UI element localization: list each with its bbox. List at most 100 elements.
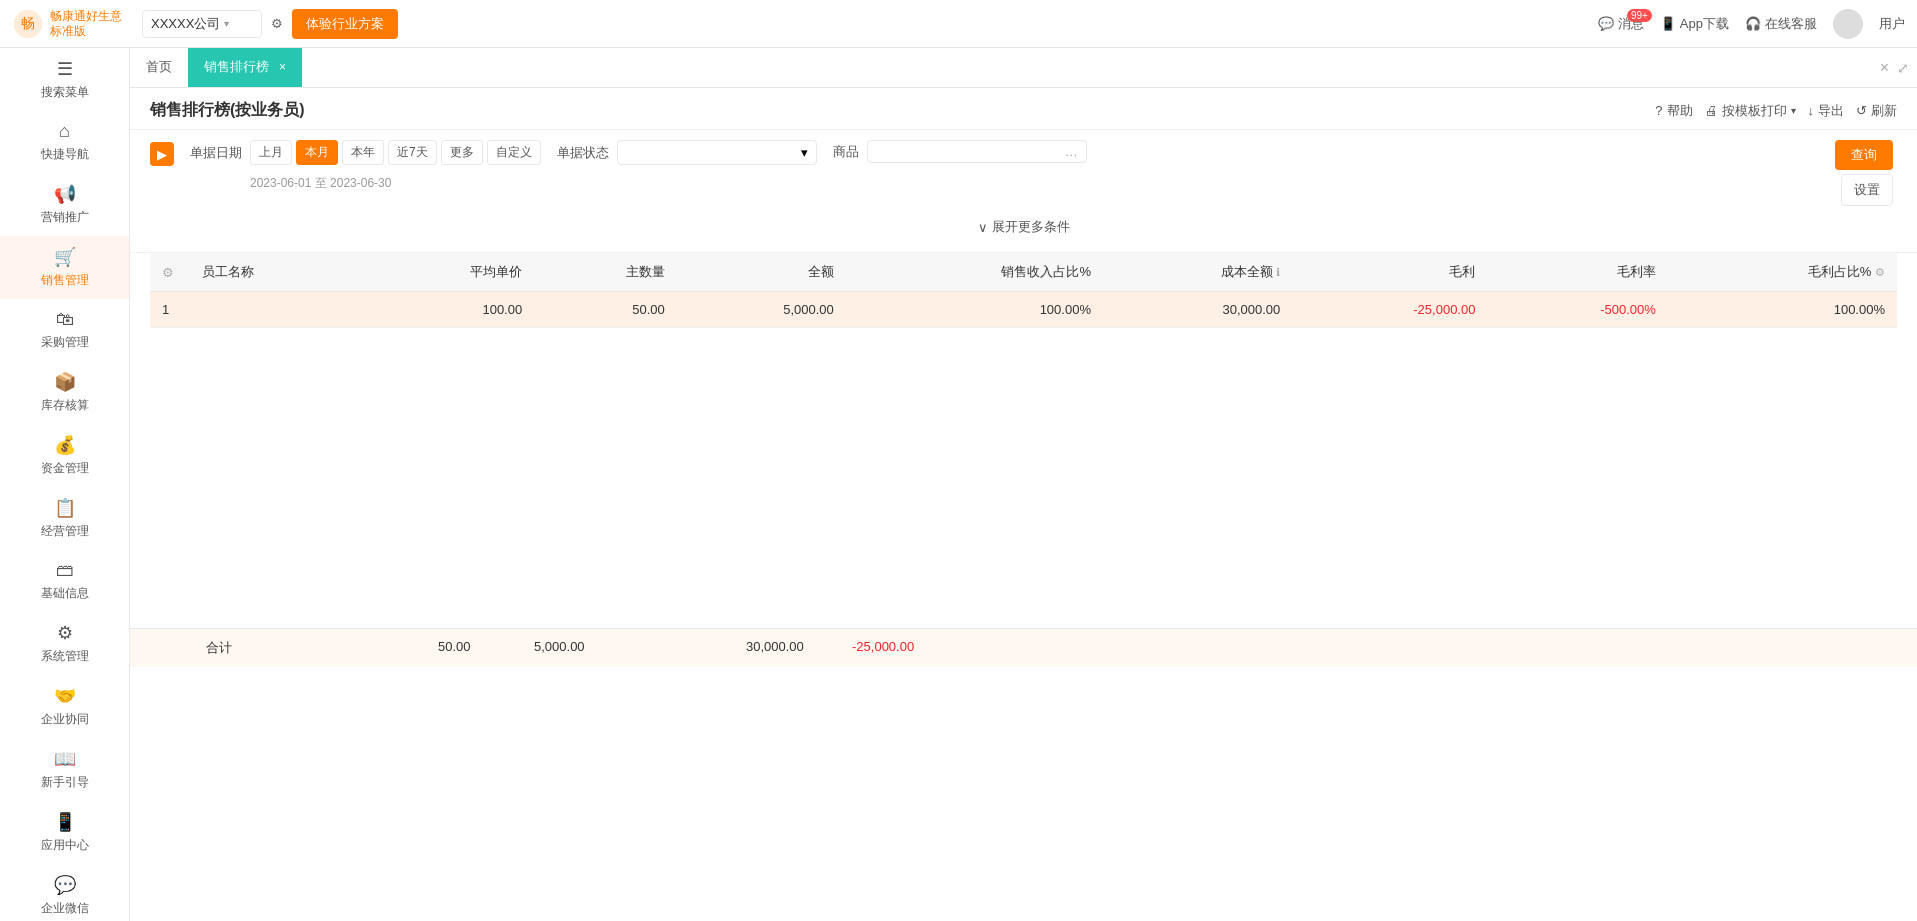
table-footer: 合计 50.00 5,000.00 30,000.00 -25,000.00 <box>130 628 1917 667</box>
logo: 畅 畅康通好生意 标准版 <box>12 8 122 40</box>
expand-row: ∨ 展开更多条件 <box>150 212 1897 242</box>
query-button[interactable]: 查询 <box>1835 140 1893 170</box>
sidebar-item-system[interactable]: ⚙ 系统管理 <box>0 612 129 675</box>
help-label: 帮助 <box>1667 102 1693 120</box>
sidebar-item-quick-nav[interactable]: ⌂ 快捷导航 <box>0 111 129 173</box>
expand-more-button[interactable]: ∨ 展开更多条件 <box>978 218 1070 236</box>
logo-icon: 畅 <box>12 8 44 40</box>
sidebar-item-label: 营销推广 <box>41 209 89 226</box>
goods-filter-group: 商品 … <box>833 140 1087 163</box>
export-icon: ↓ <box>1808 103 1815 118</box>
user-name: 用户 <box>1879 15 1905 33</box>
sidebar-item-label: 库存核算 <box>41 397 89 414</box>
sidebar-item-label: 应用中心 <box>41 837 89 854</box>
cell-gross-margin: -500.00% <box>1487 292 1667 328</box>
status-select[interactable]: ▾ <box>617 140 817 165</box>
export-label: 导出 <box>1818 102 1844 120</box>
refresh-button[interactable]: ↺ 刷新 <box>1856 102 1897 120</box>
chevron-down-icon: ▾ <box>224 18 229 29</box>
app-download-label: App下载 <box>1680 15 1729 33</box>
footer-amount: 5,000.00 <box>534 639 624 657</box>
sidebar-item-search-orders[interactable]: ☰ 搜索菜单 <box>0 48 129 111</box>
tab-bar-close-icon[interactable]: × <box>1880 59 1889 77</box>
table-settings-icon[interactable]: ⚙ <box>162 265 174 280</box>
sidebar-item-label: 企业微信 <box>41 900 89 917</box>
avatar <box>1833 9 1863 39</box>
col-quantity: 主数量 <box>534 253 677 292</box>
date-btn-this-month[interactable]: 本月 <box>296 140 338 165</box>
page-actions: ? 帮助 🖨 按模板打印 ▾ ↓ 导出 ↺ 刷新 <box>1655 102 1897 120</box>
guide-icon: 📖 <box>54 748 76 770</box>
company-selector[interactable]: XXXXX公司 ▾ <box>142 10 262 38</box>
col-settings: ⚙ <box>150 253 190 292</box>
cell-gp-pct: 100.00% <box>1668 292 1897 328</box>
sidebar-item-marketing[interactable]: 📢 营销推广 <box>0 173 129 236</box>
tab-close-icon[interactable]: × <box>279 60 286 74</box>
message-icon: 💬 <box>1598 16 1614 31</box>
tab-bar-expand-icon[interactable]: ⤢ <box>1897 60 1909 76</box>
marketing-icon: 📢 <box>54 183 76 205</box>
col-avg-price: 平均单价 <box>362 253 534 292</box>
page-content: 销售排行榜(按业务员) ? 帮助 🖨 按模板打印 ▾ ↓ 导出 <box>130 88 1917 921</box>
goods-more-icon: … <box>1065 144 1078 159</box>
sidebar-item-finance[interactable]: 💰 资金管理 <box>0 424 129 487</box>
sidebar-item-inventory[interactable]: 📦 库存核算 <box>0 361 129 424</box>
sidebar-item-app-center[interactable]: 📱 应用中心 <box>0 801 129 864</box>
date-btn-last-month[interactable]: 上月 <box>250 140 292 165</box>
col-sales-pct: 销售收入占比% <box>846 253 1103 292</box>
status-label: 单据状态 <box>557 144 609 162</box>
date-btn-7days[interactable]: 近7天 <box>388 140 437 165</box>
settings-button[interactable]: 设置 <box>1841 174 1893 206</box>
table-row: 1 100.00 50.00 5,000.00 100.00% 30,000.0… <box>150 292 1897 328</box>
app-center-icon: 📱 <box>54 811 76 833</box>
svg-text:畅: 畅 <box>21 15 35 31</box>
footer-total-label: 合计 <box>206 639 326 657</box>
sidebar-item-sales[interactable]: 🛒 销售管理 <box>0 236 129 299</box>
online-service-label: 在线客服 <box>1765 15 1817 33</box>
sidebar-item-wechat[interactable]: 💬 企业微信 <box>0 864 129 921</box>
home-icon: ⌂ <box>59 121 70 142</box>
refresh-icon: ↺ <box>1856 103 1867 118</box>
col-cost: 成本全额 ℹ <box>1103 253 1292 292</box>
filter-area: ▶ 单据日期 上月 本月 本年 近7天 更多 自定义 <box>130 130 1917 253</box>
logo-text: 畅康通好生意 标准版 <box>50 9 122 38</box>
print-button[interactable]: 🖨 按模板打印 ▾ <box>1705 102 1796 120</box>
query-settings-area: 查询 设置 <box>1835 140 1897 206</box>
sidebar-item-guide[interactable]: 📖 新手引导 <box>0 738 129 801</box>
messages-button[interactable]: 💬 消息 99+ <box>1598 15 1644 33</box>
date-btn-custom[interactable]: 自定义 <box>487 140 541 165</box>
expand-icon: ∨ <box>978 220 988 235</box>
search-orders-icon: ☰ <box>57 58 73 80</box>
tab-home[interactable]: 首页 <box>130 48 188 87</box>
company-settings-icon[interactable]: ⚙ <box>262 9 292 39</box>
sidebar-item-label: 基础信息 <box>41 585 89 602</box>
export-button[interactable]: ↓ 导出 <box>1808 102 1845 120</box>
footer-quantity: 50.00 <box>438 639 518 657</box>
page-title: 销售排行榜(按业务员) <box>150 100 305 121</box>
col-gross-profit: 毛利 <box>1292 253 1487 292</box>
sidebar-item-purchase[interactable]: 🛍 采购管理 <box>0 299 129 361</box>
app-download-button[interactable]: 📱 App下载 <box>1660 15 1729 33</box>
goods-input[interactable]: … <box>867 140 1087 163</box>
tab-home-label: 首页 <box>146 58 172 76</box>
filter-expand-arrow[interactable]: ▶ <box>150 142 174 166</box>
date-label: 单据日期 <box>190 144 242 162</box>
purchase-icon: 🛍 <box>56 309 74 330</box>
sidebar-item-enterprise-collab[interactable]: 🤝 企业协同 <box>0 675 129 738</box>
system-icon: ⚙ <box>57 622 73 644</box>
date-btn-more[interactable]: 更多 <box>441 140 483 165</box>
print-chevron-down-icon: ▾ <box>1791 105 1796 116</box>
table-wrapper: ⚙ 员工名称 平均单价 主数量 全额 销售收入占比% 成本全额 ℹ 毛利 毛利率… <box>130 253 1917 328</box>
cell-rank: 1 <box>150 292 190 328</box>
cell-quantity: 50.00 <box>534 292 677 328</box>
date-btn-this-year[interactable]: 本年 <box>342 140 384 165</box>
tab-sales-rank[interactable]: 销售排行榜 × <box>188 48 302 87</box>
sidebar: ☰ 搜索菜单 ⌂ 快捷导航 📢 营销推广 🛒 销售管理 🛍 采购管理 📦 库存核… <box>0 48 130 921</box>
sidebar-item-operations[interactable]: 📋 经营管理 <box>0 487 129 550</box>
trial-button[interactable]: 体验行业方案 <box>292 9 398 39</box>
cell-cost: 30,000.00 <box>1103 292 1292 328</box>
help-button[interactable]: ? 帮助 <box>1655 102 1692 120</box>
sidebar-item-base-info[interactable]: 🗃 基础信息 <box>0 550 129 612</box>
footer-cost: 30,000.00 <box>746 639 836 657</box>
online-service-button[interactable]: 🎧 在线客服 <box>1745 15 1817 33</box>
